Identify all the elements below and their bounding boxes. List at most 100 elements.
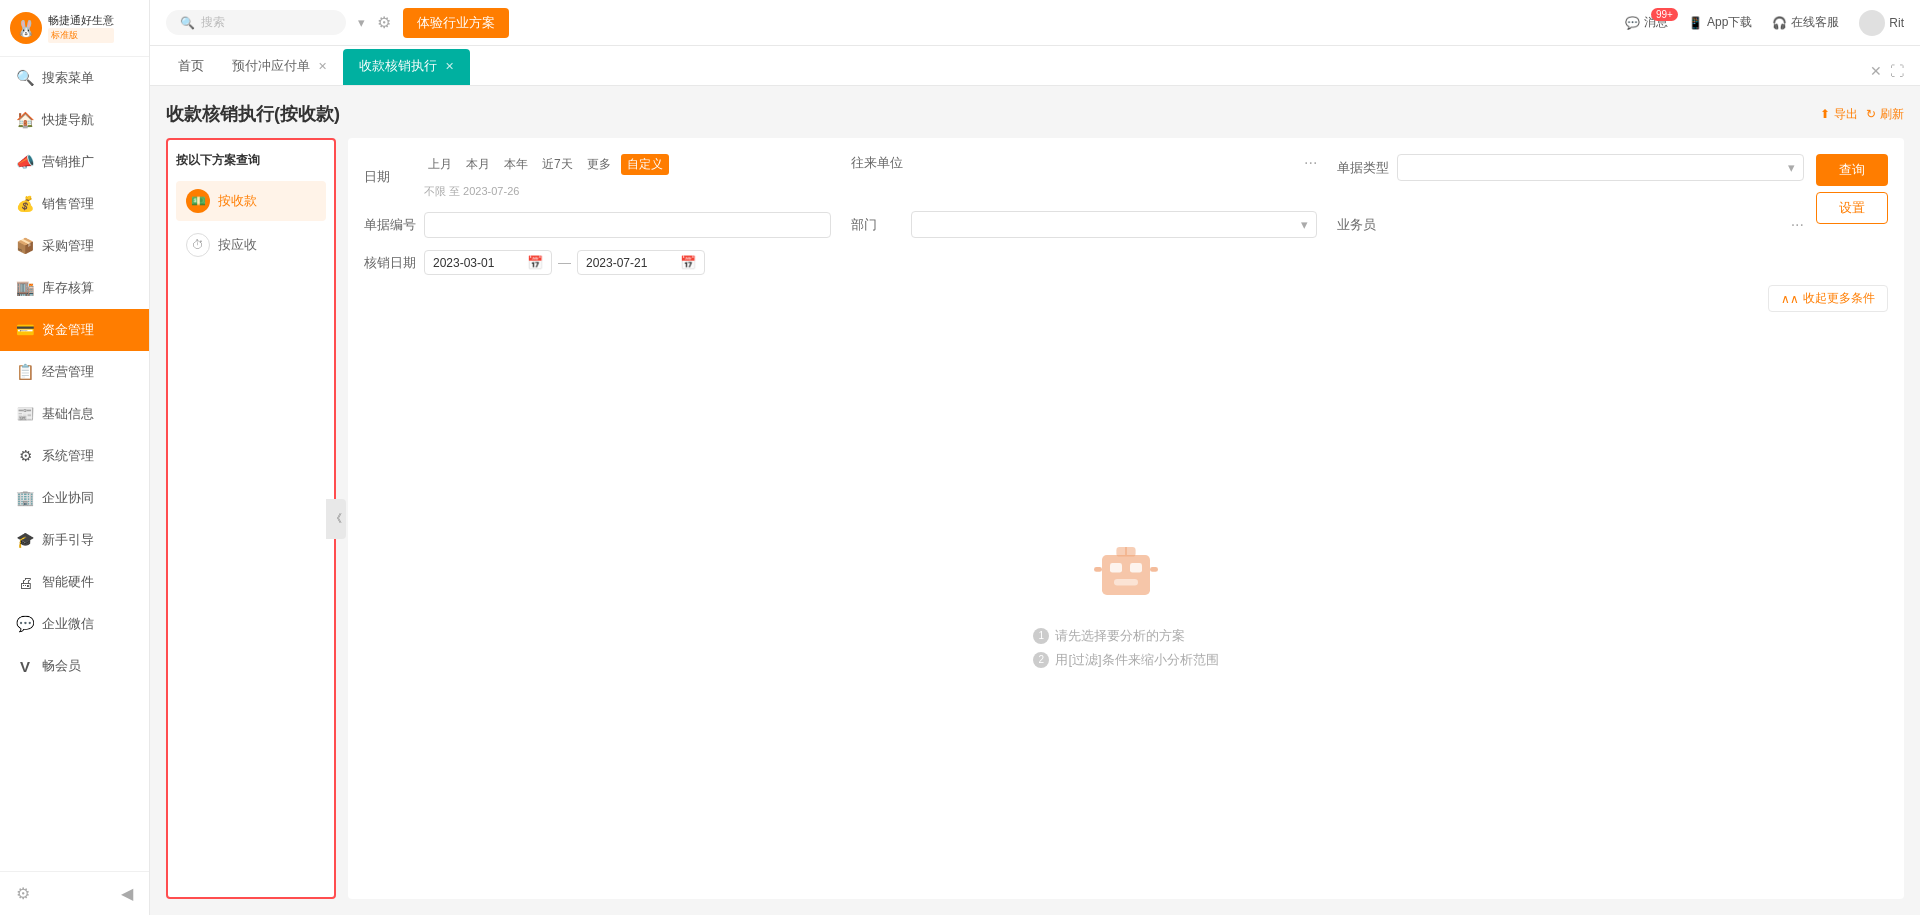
sidebar-item-member[interactable]: V 畅会员 bbox=[0, 645, 149, 687]
sidebar-item-operations[interactable]: 📋 经营管理 bbox=[0, 351, 149, 393]
date-shortcut-this-month[interactable]: 本月 bbox=[462, 154, 494, 175]
tab-prepayment-close-icon[interactable]: ✕ bbox=[318, 60, 327, 73]
tip-num-1: 1 bbox=[1033, 628, 1049, 644]
filter-item-by-receipt-label: 按收款 bbox=[218, 192, 257, 210]
dept-field: 部门 ▾ bbox=[851, 211, 1318, 238]
topbar: 🔍 搜索 ▾ ⚙ 体验行业方案 💬 消息 99+ 📱 App下载 🎧 在线客服 … bbox=[150, 0, 1920, 46]
sidebar-item-basic[interactable]: 📰 基础信息 bbox=[0, 393, 149, 435]
sidebar-item-wechat[interactable]: 💬 企业微信 bbox=[0, 603, 149, 645]
purchase-nav-icon: 📦 bbox=[16, 237, 34, 255]
basic-nav-icon: 📰 bbox=[16, 405, 34, 423]
export-button[interactable]: ⬆ 导出 bbox=[1820, 106, 1858, 123]
message-icon: 💬 bbox=[1625, 16, 1640, 30]
close-tab-icon[interactable]: ✕ bbox=[1870, 63, 1882, 79]
sidebar-item-label-basic: 基础信息 bbox=[42, 405, 94, 423]
user-profile[interactable]: Rit bbox=[1859, 10, 1904, 36]
main-panel: 按以下方案查询 💵 按收款 ⏱ 按应收 《 bbox=[166, 138, 1904, 899]
sidebar-item-label-quick-nav: 快捷导航 bbox=[42, 111, 94, 129]
app-download-button[interactable]: 📱 App下载 bbox=[1688, 14, 1752, 31]
writeoff-date-field: 核销日期 📅 — 📅 bbox=[364, 250, 831, 275]
hardware-nav-icon: 🖨 bbox=[16, 573, 34, 591]
date-shortcut-more[interactable]: 更多 bbox=[583, 154, 615, 175]
sidebar-item-marketing[interactable]: 📣 营销推广 bbox=[0, 141, 149, 183]
collapse-sidebar-icon[interactable]: ◀ bbox=[121, 884, 133, 903]
sidebar-bottom: ⚙ ◀ bbox=[0, 871, 149, 915]
page-title: 收款核销执行(按收款) bbox=[166, 102, 340, 126]
home-nav-icon: 🏠 bbox=[16, 111, 34, 129]
user-name: Rit bbox=[1889, 16, 1904, 30]
tab-prepayment[interactable]: 预付冲应付单 ✕ bbox=[216, 49, 343, 85]
tab-home-label: 首页 bbox=[178, 57, 204, 75]
empty-tip-2: 2 用[过滤]条件来缩小分析范围 bbox=[1033, 651, 1218, 669]
date-shortcut-this-year[interactable]: 本年 bbox=[500, 154, 532, 175]
sidebar-item-sales[interactable]: 💰 销售管理 bbox=[0, 183, 149, 225]
maximize-tab-icon[interactable]: ⛶ bbox=[1890, 63, 1904, 79]
topbar-gear-icon[interactable]: ⚙ bbox=[377, 13, 391, 32]
filter-item-by-receipt[interactable]: 💵 按收款 bbox=[176, 181, 326, 221]
svg-rect-1 bbox=[1110, 563, 1122, 573]
collapse-conditions-button[interactable]: ∧∧ 收起更多条件 bbox=[1768, 285, 1888, 312]
message-button[interactable]: 💬 消息 99+ bbox=[1625, 14, 1668, 31]
doc-no-input[interactable] bbox=[424, 212, 831, 238]
empty-state: 1 请先选择要分析的方案 2 用[过滤]条件来缩小分析范围 bbox=[364, 316, 1888, 883]
svg-rect-2 bbox=[1130, 563, 1142, 573]
sidebar-item-label-hardware: 智能硬件 bbox=[42, 573, 94, 591]
sidebar-nav: 🔍 搜索菜单 🏠 快捷导航 📣 营销推广 💰 销售管理 📦 采购管理 🏬 库存核… bbox=[0, 57, 149, 871]
app-label: App下载 bbox=[1707, 14, 1752, 31]
counterparty-dots-button[interactable]: ··· bbox=[1304, 154, 1317, 172]
online-service-button[interactable]: 🎧 在线客服 bbox=[1772, 14, 1839, 31]
sidebar-item-system[interactable]: ⚙ 系统管理 bbox=[0, 435, 149, 477]
app-icon: 📱 bbox=[1688, 16, 1703, 30]
topbar-dropdown-icon[interactable]: ▾ bbox=[358, 15, 365, 30]
staff-field: 业务员 ··· bbox=[1337, 216, 1804, 234]
date-hint: 不限 至 2023-07-26 bbox=[424, 185, 519, 197]
tab-receipt-writeoff-close-icon[interactable]: ✕ bbox=[445, 60, 454, 73]
query-button[interactable]: 查询 bbox=[1816, 154, 1888, 186]
sidebar: 🐰 畅捷通好生意 标准版 🔍 搜索菜单 🏠 快捷导航 📣 营销推广 💰 销售管理… bbox=[0, 0, 150, 915]
sidebar-item-inventory[interactable]: 🏬 库存核算 bbox=[0, 267, 149, 309]
writeoff-start-calendar-icon[interactable]: 📅 bbox=[527, 255, 543, 270]
writeoff-date-end-input[interactable] bbox=[586, 256, 676, 270]
tab-receipt-writeoff[interactable]: 收款核销执行 ✕ bbox=[343, 49, 470, 85]
date-shortcut-custom[interactable]: 自定义 bbox=[621, 154, 669, 175]
sidebar-item-label-wechat: 企业微信 bbox=[42, 615, 94, 633]
sidebar-item-capital[interactable]: 💳 资金管理 bbox=[0, 309, 149, 351]
filter-item-by-receivable[interactable]: ⏱ 按应收 bbox=[176, 225, 326, 265]
date-shortcut-7days[interactable]: 近7天 bbox=[538, 154, 577, 175]
user-avatar bbox=[1859, 10, 1885, 36]
topbar-search[interactable]: 🔍 搜索 bbox=[166, 10, 346, 35]
setting-button[interactable]: 设置 bbox=[1816, 192, 1888, 224]
staff-dots-button[interactable]: ··· bbox=[1791, 216, 1804, 234]
sidebar-item-hardware[interactable]: 🖨 智能硬件 bbox=[0, 561, 149, 603]
date-shortcut-last-month[interactable]: 上月 bbox=[424, 154, 456, 175]
sidebar-item-label-inventory: 库存核算 bbox=[42, 279, 94, 297]
service-label: 在线客服 bbox=[1791, 14, 1839, 31]
dept-dropdown-icon[interactable]: ▾ bbox=[1301, 217, 1308, 232]
date-label: 日期 bbox=[364, 168, 416, 186]
settings-bottom-icon[interactable]: ⚙ bbox=[16, 884, 30, 903]
svg-rect-5 bbox=[1150, 567, 1158, 572]
writeoff-end-calendar-icon[interactable]: 📅 bbox=[680, 255, 696, 270]
staff-label: 业务员 bbox=[1337, 216, 1389, 234]
query-form: 日期 上月 本月 本年 近7天 更多 自定义 不限 至 2023-07- bbox=[364, 154, 1804, 275]
sidebar-item-enterprise[interactable]: 🏢 企业协同 bbox=[0, 477, 149, 519]
logo-badge: 标准版 bbox=[48, 28, 114, 43]
solution-button[interactable]: 体验行业方案 bbox=[403, 8, 509, 38]
writeoff-date-start-input[interactable] bbox=[433, 256, 523, 270]
refresh-button[interactable]: ↻ 刷新 bbox=[1866, 106, 1904, 123]
sidebar-item-label-member: 畅会员 bbox=[42, 657, 81, 675]
tab-home[interactable]: 首页 bbox=[166, 49, 216, 85]
sidebar-item-label-guide: 新手引导 bbox=[42, 531, 94, 549]
service-icon: 🎧 bbox=[1772, 16, 1787, 30]
tab-receipt-writeoff-label: 收款核销执行 bbox=[359, 57, 437, 75]
search-placeholder: 搜索 bbox=[201, 14, 225, 31]
sidebar-item-quick-nav[interactable]: 🏠 快捷导航 bbox=[0, 99, 149, 141]
sidebar-item-guide[interactable]: 🎓 新手引导 bbox=[0, 519, 149, 561]
sidebar-item-label-system: 系统管理 bbox=[42, 447, 94, 465]
export-label: 导出 bbox=[1834, 106, 1858, 123]
filter-collapse-button[interactable]: 《 bbox=[326, 499, 346, 539]
doc-type-dropdown-icon[interactable]: ▾ bbox=[1788, 160, 1795, 175]
query-buttons: 查询 设置 bbox=[1816, 154, 1888, 275]
sidebar-item-purchase[interactable]: 📦 采购管理 bbox=[0, 225, 149, 267]
sidebar-item-search[interactable]: 🔍 搜索菜单 bbox=[0, 57, 149, 99]
